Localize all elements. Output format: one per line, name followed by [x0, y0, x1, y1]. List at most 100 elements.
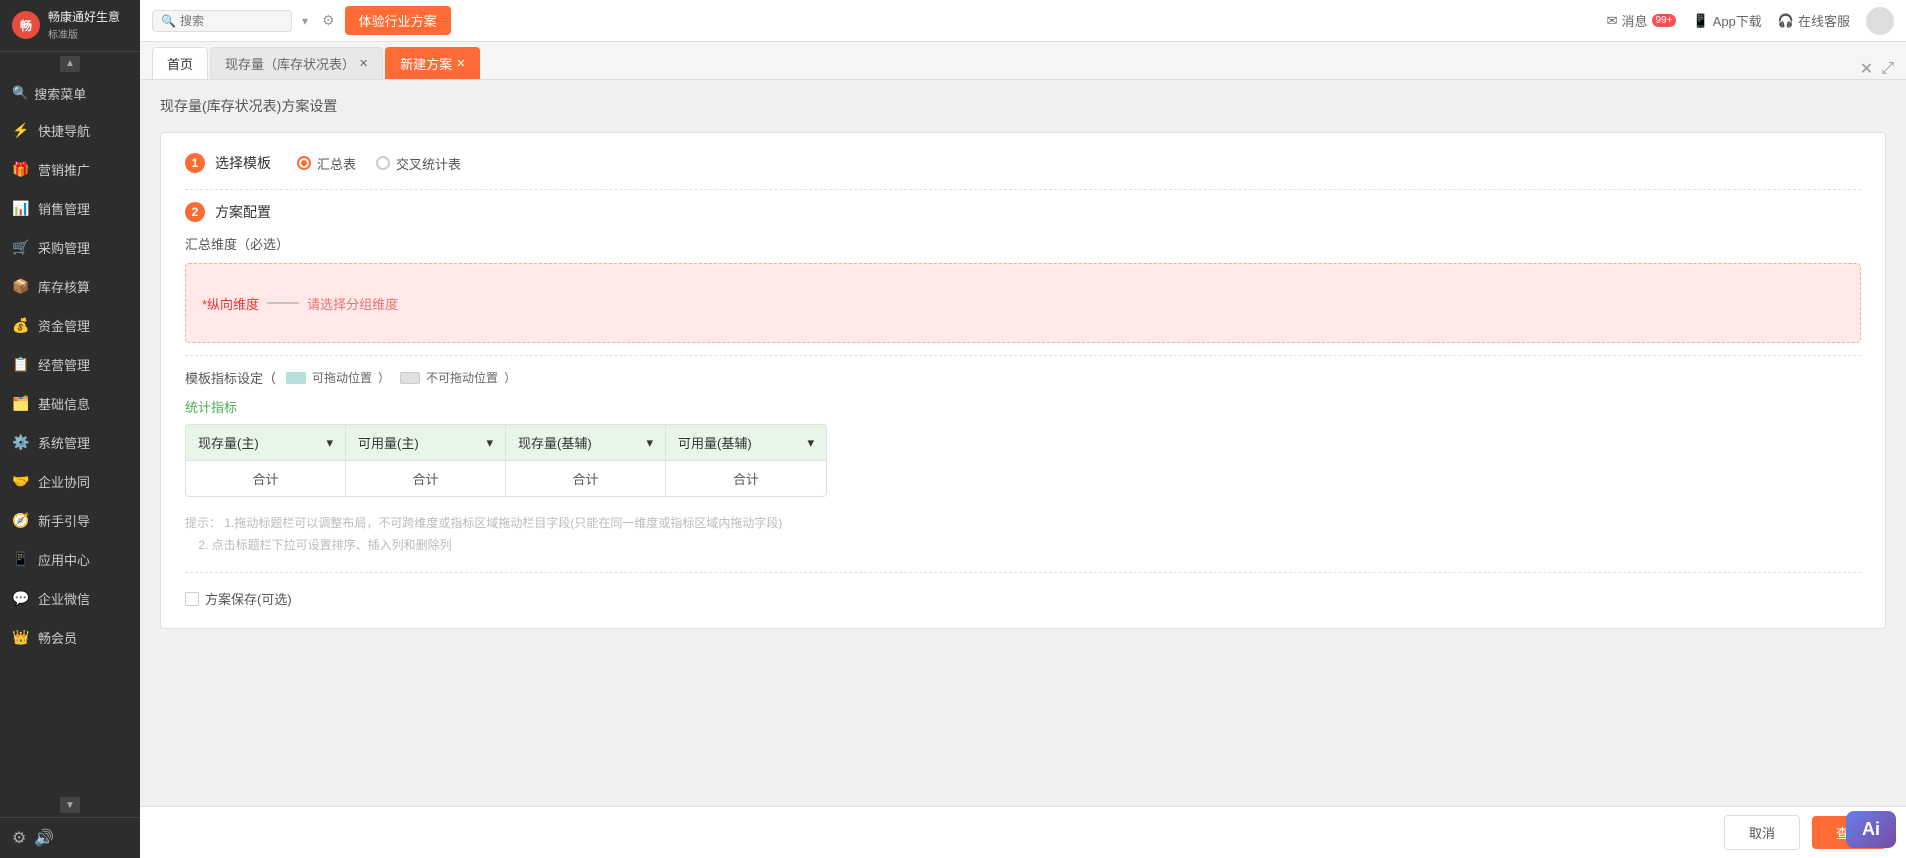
topbar-search-icon: 🔍	[161, 14, 176, 28]
stats-col-chevron-2: ▾	[646, 435, 653, 451]
stats-col-label-1: 可用量(主)	[358, 433, 419, 452]
panel-body: 1 选择模板 汇总表 交叉统计表	[161, 133, 1885, 628]
tab-new-plan[interactable]: 新建方案 ✕	[385, 47, 480, 79]
operations-icon: 📋	[12, 355, 30, 373]
search-input[interactable]	[180, 14, 270, 28]
tab-expand-icon[interactable]: ⤢	[1881, 60, 1894, 78]
tab-home[interactable]: 首页	[152, 47, 208, 79]
sidebar-item-finance[interactable]: 💰 资金管理	[0, 306, 140, 345]
guide-icon: 🧭	[12, 511, 30, 529]
legend-nondraggable-color	[400, 372, 420, 384]
stats-col-chevron-1: ▾	[486, 435, 493, 451]
purchase-icon: 🛒	[12, 238, 30, 256]
tab-close-all-icon[interactable]: ✕	[1860, 59, 1873, 79]
sidebar-bottom: ⚙ 🔊	[0, 817, 140, 858]
stats-col-header-0[interactable]: 现存量(主) ▾	[186, 425, 345, 461]
tab-new-plan-label: 新建方案	[400, 54, 452, 73]
sidebar-item-label: 库存核算	[38, 277, 90, 296]
sidebar-item-wechat[interactable]: 💬 企业微信	[0, 579, 140, 618]
sidebar-item-label: 资金管理	[38, 316, 90, 335]
tab-inventory-status-close[interactable]: ✕	[359, 57, 368, 70]
sidebar-item-sales[interactable]: 📊 销售管理	[0, 189, 140, 228]
sidebar-item-label: 新手引导	[38, 511, 90, 530]
topbar-chevron-icon[interactable]: ▾	[302, 14, 308, 28]
sidebar-item-guide[interactable]: 🧭 新手引导	[0, 501, 140, 540]
sidebar-item-label: 基础信息	[38, 394, 90, 413]
dimension-box[interactable]: *纵向维度 —— 请选择分组维度	[185, 263, 1861, 343]
sidebar-item-label: 系统管理	[38, 433, 90, 452]
radio-summary[interactable]: 汇总表	[297, 154, 356, 173]
online-service-button[interactable]: 🎧 在线客服	[1778, 11, 1850, 30]
legend-draggable-color	[286, 372, 306, 384]
tips-section: 提示： 1.拖动标题栏可以调整布局，不可跨维度或指标区域拖动栏目字段(只能在同一…	[185, 513, 1861, 556]
sidebar-item-inventory[interactable]: 📦 库存核算	[0, 267, 140, 306]
radio-summary-dot	[301, 160, 307, 166]
sidebar-item-corp[interactable]: 🤝 企业协同	[0, 462, 140, 501]
sidebar-item-system[interactable]: ⚙️ 系统管理	[0, 423, 140, 462]
online-service-label: 在线客服	[1798, 11, 1850, 30]
scroll-up-arrow[interactable]: ▲	[60, 56, 80, 72]
marketing-icon: 🎁	[12, 160, 30, 178]
stats-title: 统计指标	[185, 397, 1861, 416]
trial-button[interactable]: 体验行业方案	[345, 6, 451, 35]
stats-col-label-2: 现存量(基辅)	[518, 433, 592, 452]
save-divider	[185, 572, 1861, 573]
message-button[interactable]: ✉ 消息 99+	[1607, 11, 1677, 30]
scroll-down-arrow[interactable]: ▼	[60, 797, 80, 813]
required-mark: *纵向维度	[202, 294, 259, 313]
app-center-icon: 📱	[12, 550, 30, 568]
step1-divider	[185, 189, 1861, 190]
bottom-bar: 取消 查询	[140, 806, 1906, 858]
sidebar-item-label: 营销推广	[38, 160, 90, 179]
tab-new-plan-close[interactable]: ✕	[456, 57, 465, 70]
inventory-icon: 📦	[12, 277, 30, 295]
search-icon: 🔍	[12, 85, 28, 101]
stats-col-1: 可用量(主) ▾ 合计	[346, 425, 506, 496]
sidebar-item-operations[interactable]: 📋 经营管理	[0, 345, 140, 384]
user-avatar[interactable]	[1866, 7, 1894, 35]
app-download-label: App下载	[1713, 11, 1762, 30]
sales-icon: 📊	[12, 199, 30, 217]
stats-col-header-3[interactable]: 可用量(基辅) ▾	[666, 425, 826, 461]
volume-icon[interactable]: 🔊	[34, 828, 54, 848]
cancel-button[interactable]: 取消	[1724, 815, 1800, 850]
stats-col-header-1[interactable]: 可用量(主) ▾	[346, 425, 505, 461]
content-area: 现存量(库存状况表)方案设置 1 选择模板 汇总表	[140, 80, 1906, 806]
tab-bar-right: ✕ ⤢	[1860, 59, 1894, 79]
sidebar-item-marketing[interactable]: 🎁 营销推广	[0, 150, 140, 189]
tip-item-1: 2. 点击标题栏下拉可设置排序、插入列和删除列	[185, 538, 452, 552]
dimension-placeholder: *纵向维度 —— 请选择分组维度	[202, 294, 398, 313]
stats-col-header-2[interactable]: 现存量(基辅) ▾	[506, 425, 665, 461]
sidebar-item-member[interactable]: 👑 畅会员	[0, 618, 140, 657]
sidebar-item-purchase[interactable]: 🛒 采购管理	[0, 228, 140, 267]
sidebar-item-quick-nav[interactable]: ⚡ 快捷导航	[0, 111, 140, 150]
sidebar-item-label: 畅会员	[38, 628, 77, 647]
main-area: 🔍 ▾ ⚙ 体验行业方案 ✉ 消息 99+ 📱 App下载 🎧 在线客服	[140, 0, 1906, 858]
system-icon: ⚙️	[12, 433, 30, 451]
sidebar-search[interactable]: 🔍 搜索菜单	[0, 76, 140, 111]
app-download-button[interactable]: 📱 App下载	[1692, 11, 1761, 30]
tip-item-0: 1.拖动标题栏可以调整布局，不可跨维度或指标区域拖动栏目字段(只能在同一维度或指…	[224, 516, 782, 530]
settings-icon[interactable]: ⚙	[12, 828, 26, 848]
tabbar: 首页 现存量（库存状况表） ✕ 新建方案 ✕ ✕ ⤢	[140, 42, 1906, 80]
message-badge: 99+	[1652, 14, 1677, 27]
topbar: 🔍 ▾ ⚙ 体验行业方案 ✉ 消息 99+ 📱 App下载 🎧 在线客服	[140, 0, 1906, 42]
stats-col-0: 现存量(主) ▾ 合计	[186, 425, 346, 496]
sidebar-item-basic-info[interactable]: 🗂️ 基础信息	[0, 384, 140, 423]
ai-badge[interactable]: Ai	[1846, 811, 1896, 848]
indicator-label-text: 模板指标设定（	[185, 368, 276, 387]
stats-col-3: 可用量(基辅) ▾ 合计	[666, 425, 826, 496]
save-checkbox[interactable]: 方案保存(可选)	[185, 589, 1861, 608]
member-icon: 👑	[12, 628, 30, 646]
settings-panel: 1 选择模板 汇总表 交叉统计表	[160, 132, 1886, 629]
step2-content: 汇总维度（必选） *纵向维度 —— 请选择分组维度 模板指标设定（	[185, 234, 1861, 556]
topbar-search-box[interactable]: 🔍	[152, 10, 292, 32]
stats-col-cell-2: 合计	[506, 461, 665, 496]
radio-cross[interactable]: 交叉统计表	[376, 154, 461, 173]
topbar-gear-icon[interactable]: ⚙	[322, 12, 335, 29]
step1-header: 1 选择模板 汇总表 交叉统计表	[185, 153, 1861, 173]
sidebar-item-app-center[interactable]: 📱 应用中心	[0, 540, 140, 579]
dimension-hint: 请选择分组维度	[307, 294, 398, 313]
template-radio-group: 汇总表 交叉统计表	[297, 154, 461, 173]
tab-inventory-status[interactable]: 现存量（库存状况表） ✕	[210, 47, 383, 79]
